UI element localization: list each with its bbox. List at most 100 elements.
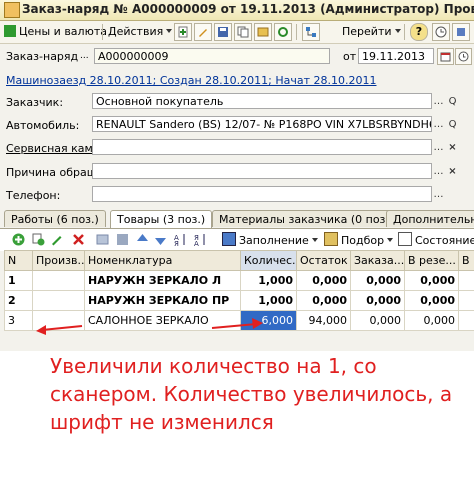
document-icon bbox=[4, 2, 20, 18]
phone-field[interactable] bbox=[92, 186, 432, 202]
open-icon[interactable]: Q bbox=[446, 94, 459, 109]
column-header[interactable]: В п bbox=[458, 250, 474, 271]
dots-separator: ... bbox=[80, 51, 89, 61]
fill-menu[interactable]: Заполнение bbox=[222, 232, 318, 248]
car-field[interactable]: RENAULT Sandero (BS) 12/07- № P168PO VIN… bbox=[92, 116, 432, 132]
prices-label: Цены и валюта bbox=[19, 25, 107, 38]
selection-icon bbox=[324, 232, 338, 246]
selection-label: Подбор bbox=[341, 234, 385, 247]
clear-icon[interactable]: × bbox=[446, 164, 459, 179]
select-icon[interactable]: … bbox=[432, 140, 445, 155]
prices-currency-button[interactable]: Цены и валюта bbox=[4, 24, 107, 40]
arrow-right-icon bbox=[211, 318, 263, 329]
column-header[interactable]: Заказа... bbox=[350, 250, 405, 271]
copy-icon[interactable] bbox=[234, 23, 252, 41]
customer-field[interactable]: Основной покупатель bbox=[92, 93, 432, 109]
ordered-cell: 0,000 bbox=[350, 270, 405, 291]
extra-cell bbox=[458, 270, 474, 291]
help-button[interactable]: ? bbox=[410, 23, 428, 41]
chevron-down-icon bbox=[166, 29, 173, 33]
date-label: от bbox=[343, 50, 357, 63]
goto-menu[interactable]: Перейти bbox=[342, 24, 401, 40]
tab-additional[interactable]: Дополнительн bbox=[386, 210, 474, 227]
history-icon[interactable] bbox=[432, 23, 450, 41]
toolbar-divider bbox=[404, 24, 405, 40]
save-icon[interactable] bbox=[214, 23, 232, 41]
order-label: Заказ-наряд bbox=[6, 50, 79, 63]
customer-label: Заказчик: bbox=[6, 96, 64, 109]
column-header[interactable]: Остаток bbox=[296, 250, 351, 271]
state-label: Состояние bbox=[415, 234, 474, 247]
state-icon bbox=[398, 232, 412, 246]
structure-icon[interactable] bbox=[302, 23, 320, 41]
move-down-icon[interactable] bbox=[154, 233, 167, 246]
refresh-icon[interactable] bbox=[274, 23, 292, 41]
calendar-icon[interactable] bbox=[437, 48, 454, 65]
add-row-icon[interactable] bbox=[12, 233, 25, 246]
price-icon bbox=[4, 25, 16, 37]
name-cell[interactable]: НАРУЖН ЗЕРКАЛО Л bbox=[84, 270, 241, 291]
actions-menu[interactable]: Действия bbox=[108, 24, 173, 40]
select-icon[interactable]: … bbox=[432, 164, 445, 179]
column-header[interactable]: Произв... bbox=[32, 250, 85, 271]
column-header[interactable]: N bbox=[4, 250, 33, 271]
toolbar-divider bbox=[102, 24, 103, 40]
state-button[interactable]: Состояние bbox=[398, 232, 474, 248]
service-campaign-field[interactable] bbox=[92, 139, 432, 155]
date-field[interactable]: 19.11.2013 bbox=[358, 48, 434, 64]
add-icon[interactable] bbox=[174, 23, 192, 41]
window-title: Заказ-наряд № А000000009 от 19.11.2013 (… bbox=[22, 2, 474, 16]
actions-label: Действия bbox=[108, 25, 164, 38]
service-campaign-label[interactable]: Сервисная кам... bbox=[6, 142, 103, 155]
clear-icon[interactable]: × bbox=[446, 140, 459, 155]
annotation-arrows bbox=[36, 318, 263, 335]
grid-toolbar: АЯ ЯА Заполнение Подбор Состояние bbox=[0, 228, 474, 251]
help-label: ? bbox=[415, 25, 423, 38]
table-header-row: N Произв... Номенклатура Количес... Оста… bbox=[4, 250, 474, 271]
title-bar: Заказ-наряд № А000000009 от 19.11.2013 (… bbox=[0, 0, 474, 21]
phone-label: Телефон: bbox=[6, 189, 61, 202]
end-edit-icon[interactable] bbox=[96, 233, 109, 246]
copy-row-icon[interactable] bbox=[32, 233, 45, 246]
tab-customer-materials[interactable]: Материалы заказчика (0 поз.) bbox=[212, 210, 401, 227]
reason-field[interactable] bbox=[92, 163, 432, 179]
edit-icon[interactable] bbox=[194, 23, 212, 41]
select-icon[interactable]: … bbox=[432, 187, 445, 202]
producer-cell[interactable] bbox=[32, 270, 85, 291]
chevron-down-icon bbox=[311, 238, 318, 242]
fill-label: Заполнение bbox=[239, 234, 309, 247]
info-link[interactable]: Машинозаезд 28.10.2011; Создан 28.10.201… bbox=[6, 74, 376, 87]
reserved-cell: 0,000 bbox=[404, 270, 459, 291]
clock-icon[interactable] bbox=[455, 48, 472, 65]
selection-menu[interactable]: Подбор bbox=[324, 232, 394, 248]
svg-text:Я: Я bbox=[174, 240, 179, 246]
svg-text:А: А bbox=[194, 240, 199, 246]
application-window: Заказ-наряд № А000000009 от 19.11.2013 (… bbox=[0, 0, 474, 351]
goto-label: Перейти bbox=[342, 25, 392, 38]
open-icon[interactable]: Q bbox=[446, 117, 459, 132]
more-icon[interactable] bbox=[452, 23, 470, 41]
tab-works[interactable]: Работы (6 поз.) bbox=[4, 210, 106, 227]
row-number: 1 bbox=[4, 270, 33, 291]
tab-goods[interactable]: Товары (3 поз.) bbox=[110, 210, 213, 228]
sort-asc-icon[interactable]: АЯ bbox=[174, 233, 187, 246]
select-icon[interactable]: … bbox=[432, 117, 445, 132]
toolbar-divider bbox=[296, 24, 297, 40]
column-header[interactable]: В резе... bbox=[404, 250, 459, 271]
chevron-down-icon bbox=[387, 238, 394, 242]
quantity-cell[interactable]: 1,000 bbox=[240, 270, 297, 291]
sort-desc-icon[interactable]: ЯА bbox=[194, 233, 207, 246]
order-number-field[interactable]: А000000009 bbox=[94, 48, 330, 64]
post-icon[interactable] bbox=[254, 23, 272, 41]
toolbar: Цены и валюта Действия Перейти ? bbox=[0, 21, 474, 44]
column-header[interactable]: Номенклатура bbox=[84, 250, 241, 271]
column-header[interactable]: Количес... bbox=[240, 250, 297, 271]
save-row-icon[interactable] bbox=[116, 233, 129, 246]
select-icon[interactable]: … bbox=[432, 94, 445, 109]
delete-row-icon[interactable] bbox=[72, 233, 85, 246]
move-up-icon[interactable] bbox=[136, 233, 149, 246]
table-row[interactable]: 1 НАРУЖН ЗЕРКАЛО Л 1,000 0,000 0,000 0,0… bbox=[4, 270, 474, 291]
edit-row-icon[interactable] bbox=[50, 233, 63, 246]
arrow-left-icon bbox=[36, 325, 83, 335]
car-label: Автомобиль: bbox=[6, 119, 80, 132]
